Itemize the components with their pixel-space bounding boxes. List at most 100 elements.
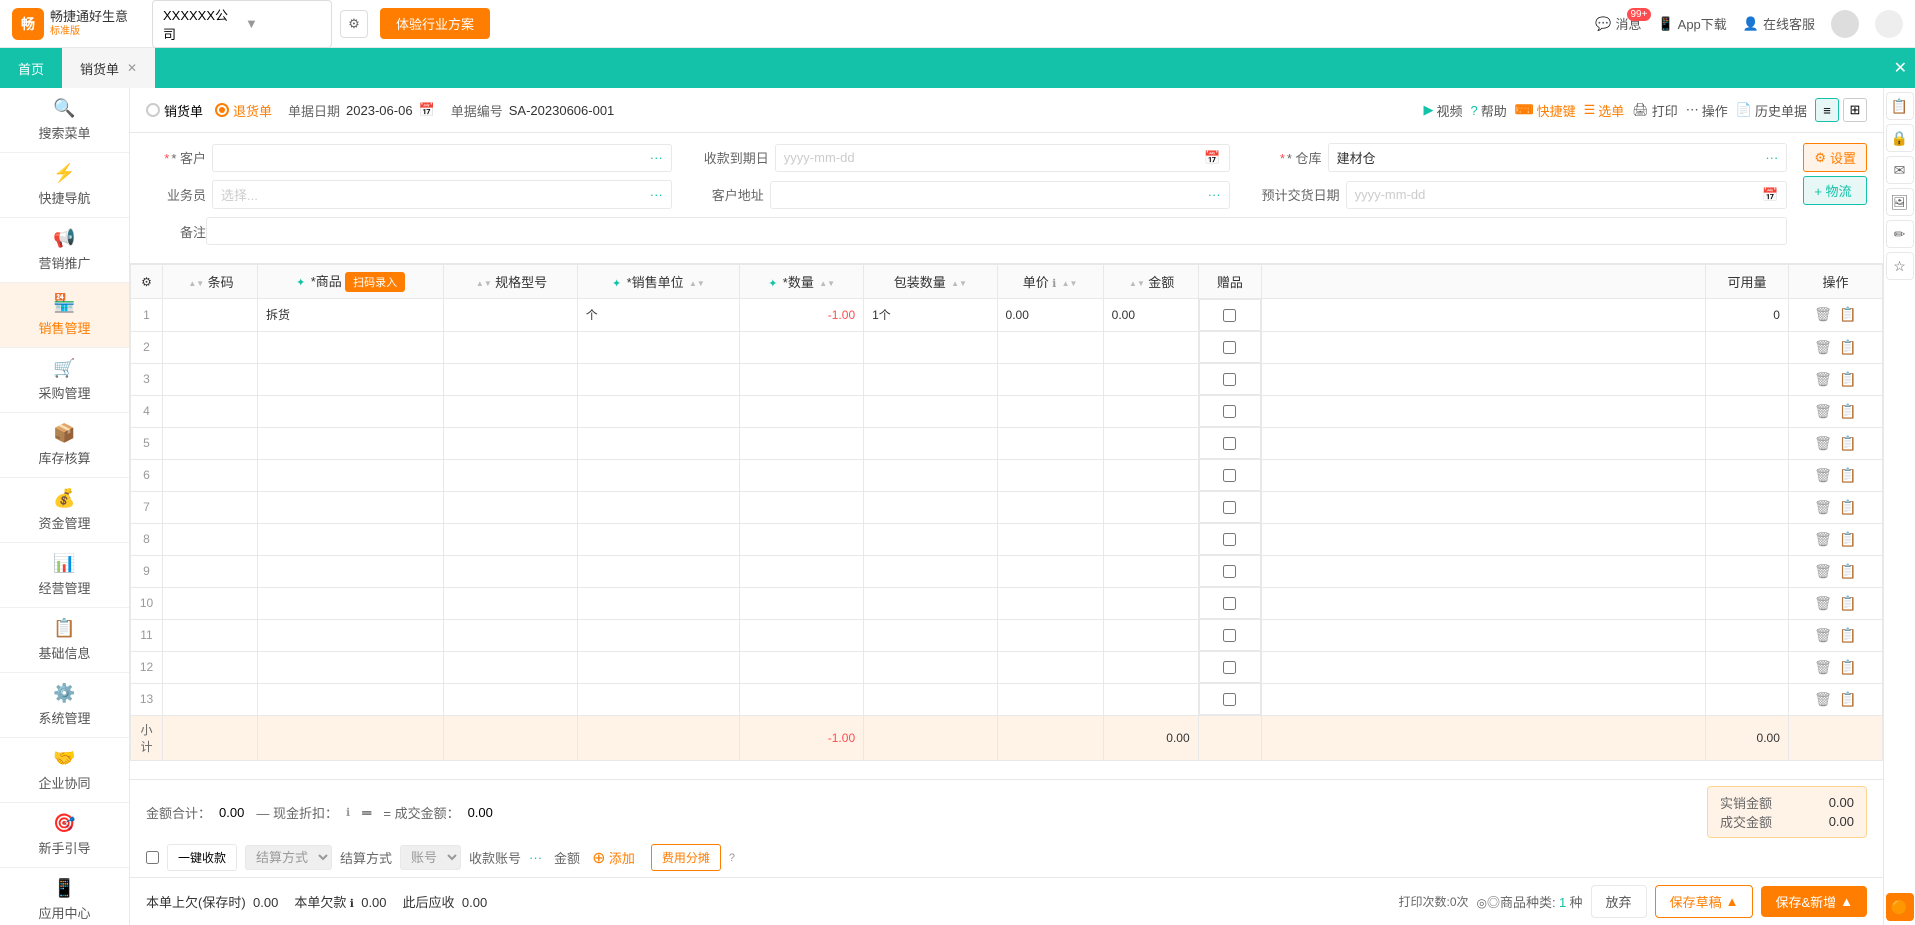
row-quantity[interactable] bbox=[740, 427, 864, 459]
delete-row-btn[interactable]: 🗑 bbox=[1812, 337, 1834, 358]
row-unit[interactable] bbox=[577, 395, 739, 427]
row-quantity[interactable] bbox=[740, 619, 864, 651]
row-spec[interactable] bbox=[444, 299, 577, 332]
sidebar-item-enterprise[interactable]: 🤝 企业协同 bbox=[0, 738, 129, 803]
row-spec[interactable] bbox=[444, 555, 577, 587]
row-gift[interactable] bbox=[1199, 299, 1262, 331]
row-ops[interactable]: 🗑 📋 bbox=[1788, 491, 1882, 523]
row-unitprice[interactable] bbox=[997, 587, 1103, 619]
row-ops[interactable]: 🗑 📋 bbox=[1788, 331, 1882, 363]
row-unit[interactable] bbox=[577, 459, 739, 491]
row-barcode[interactable] bbox=[163, 587, 258, 619]
cash-discount-info[interactable]: ℹ bbox=[346, 806, 350, 819]
row-unitprice[interactable] bbox=[997, 363, 1103, 395]
settlement-method-select[interactable]: 结算方式 bbox=[245, 845, 332, 870]
row-gift[interactable] bbox=[1199, 427, 1262, 459]
row-packqty[interactable] bbox=[864, 555, 997, 587]
sidebar-item-operations[interactable]: 📊 经营管理 bbox=[0, 543, 129, 608]
row-spec[interactable] bbox=[444, 587, 577, 619]
row-product[interactable] bbox=[257, 619, 443, 651]
print-action[interactable]: 🖨 打印 bbox=[1632, 101, 1678, 120]
row-product[interactable] bbox=[257, 523, 443, 555]
row-packqty[interactable] bbox=[864, 587, 997, 619]
row-amount[interactable]: 0.00 bbox=[1103, 299, 1198, 332]
user-avatar-2[interactable] bbox=[1875, 10, 1903, 38]
copy-row-btn[interactable]: 📋 bbox=[1837, 689, 1858, 710]
expense-split-info[interactable]: ? bbox=[729, 852, 735, 864]
row-unitprice[interactable] bbox=[997, 427, 1103, 459]
row-amount[interactable] bbox=[1103, 523, 1198, 555]
row-unitprice[interactable] bbox=[997, 395, 1103, 427]
settings-button[interactable]: ⚙ 设置 bbox=[1803, 143, 1867, 172]
logistics-button[interactable]: + 物流 bbox=[1803, 176, 1867, 205]
row-spec[interactable] bbox=[444, 331, 577, 363]
order-date-value[interactable]: 2023-06-06 bbox=[346, 103, 413, 118]
add-payment-btn[interactable]: ⊕ 添加 bbox=[592, 848, 635, 868]
sidebar-item-guide[interactable]: 🎯 新手引导 bbox=[0, 803, 129, 868]
row-unitprice[interactable] bbox=[997, 651, 1103, 683]
tab-home[interactable]: 首页 bbox=[0, 48, 62, 88]
owe-info-icon[interactable]: ℹ bbox=[350, 898, 354, 910]
row-packqty[interactable] bbox=[864, 459, 997, 491]
delete-row-btn[interactable]: 🗑 bbox=[1812, 465, 1834, 486]
row-amount[interactable] bbox=[1103, 331, 1198, 363]
row-spec[interactable] bbox=[444, 459, 577, 491]
row-unit[interactable] bbox=[577, 619, 739, 651]
row-barcode[interactable] bbox=[163, 683, 258, 716]
copy-row-btn[interactable]: 📋 bbox=[1837, 304, 1858, 325]
rf-edit[interactable]: ✏ bbox=[1886, 220, 1914, 248]
row-quantity[interactable] bbox=[740, 331, 864, 363]
radio-return-order[interactable]: 退货单 bbox=[215, 101, 272, 120]
copy-row-btn[interactable]: 📋 bbox=[1837, 561, 1858, 582]
delete-row-btn[interactable]: 🗑 bbox=[1812, 561, 1834, 582]
close-tab-icon[interactable]: ✕ bbox=[127, 61, 137, 75]
row-amount[interactable] bbox=[1103, 587, 1198, 619]
row-barcode[interactable] bbox=[163, 427, 258, 459]
row-amount[interactable] bbox=[1103, 683, 1198, 716]
radio-sales-order[interactable]: 销货单 bbox=[146, 101, 203, 120]
delete-row-btn[interactable]: 🗑 bbox=[1812, 529, 1834, 550]
row-spec[interactable] bbox=[444, 523, 577, 555]
row-unitprice[interactable] bbox=[997, 683, 1103, 716]
row-gift[interactable] bbox=[1199, 523, 1262, 555]
delete-row-btn[interactable]: 🗑 bbox=[1812, 401, 1834, 422]
sidebar-item-sales[interactable]: 🏪 销售管理 bbox=[0, 283, 129, 348]
row-amount[interactable] bbox=[1103, 459, 1198, 491]
row-spec[interactable] bbox=[444, 651, 577, 683]
row-gift[interactable] bbox=[1199, 395, 1262, 427]
row-quantity[interactable] bbox=[740, 491, 864, 523]
delete-row-btn[interactable]: 🗑 bbox=[1812, 689, 1834, 710]
rf-clipboard[interactable]: 📋 bbox=[1886, 92, 1914, 120]
row-packqty[interactable] bbox=[864, 651, 997, 683]
row-unit[interactable] bbox=[577, 683, 739, 716]
sidebar-item-appstore[interactable]: 📱 应用中心 bbox=[0, 868, 129, 925]
message-button[interactable]: 💬 消息 99+ bbox=[1595, 14, 1641, 33]
row-amount[interactable] bbox=[1103, 395, 1198, 427]
row-gift[interactable] bbox=[1199, 651, 1262, 683]
row-ops[interactable]: 🗑 📋 bbox=[1788, 427, 1882, 459]
row-product[interactable] bbox=[257, 683, 443, 716]
row-unitprice[interactable]: 0.00 bbox=[997, 299, 1103, 332]
copy-row-btn[interactable]: 📋 bbox=[1837, 337, 1858, 358]
row-spec[interactable] bbox=[444, 427, 577, 459]
row-amount[interactable] bbox=[1103, 363, 1198, 395]
sidebar-item-purchase[interactable]: 🛒 采购管理 bbox=[0, 348, 129, 413]
row-product[interactable] bbox=[257, 459, 443, 491]
row-gift[interactable] bbox=[1199, 331, 1262, 363]
copy-row-btn[interactable]: 📋 bbox=[1837, 625, 1858, 646]
row-unitprice[interactable] bbox=[997, 331, 1103, 363]
row-packqty[interactable] bbox=[864, 427, 997, 459]
row-spec[interactable] bbox=[444, 395, 577, 427]
row-quantity[interactable] bbox=[740, 459, 864, 491]
delete-row-btn[interactable]: 🗑 bbox=[1812, 497, 1834, 518]
date-calendar-icon[interactable]: 📅 bbox=[419, 102, 435, 118]
customer-input[interactable]: ··· bbox=[212, 144, 672, 172]
select-action[interactable]: ☰ 选单 bbox=[1584, 101, 1625, 120]
row-unitprice[interactable] bbox=[997, 555, 1103, 587]
row-product[interactable] bbox=[257, 331, 443, 363]
help-action[interactable]: ? 帮助 bbox=[1471, 101, 1507, 120]
row-gift[interactable] bbox=[1199, 459, 1262, 491]
online-service-link[interactable]: 👤 在线客服 bbox=[1743, 14, 1815, 33]
sidebar-item-marketing[interactable]: 📢 营销推广 bbox=[0, 218, 129, 283]
row-unitprice[interactable] bbox=[997, 491, 1103, 523]
